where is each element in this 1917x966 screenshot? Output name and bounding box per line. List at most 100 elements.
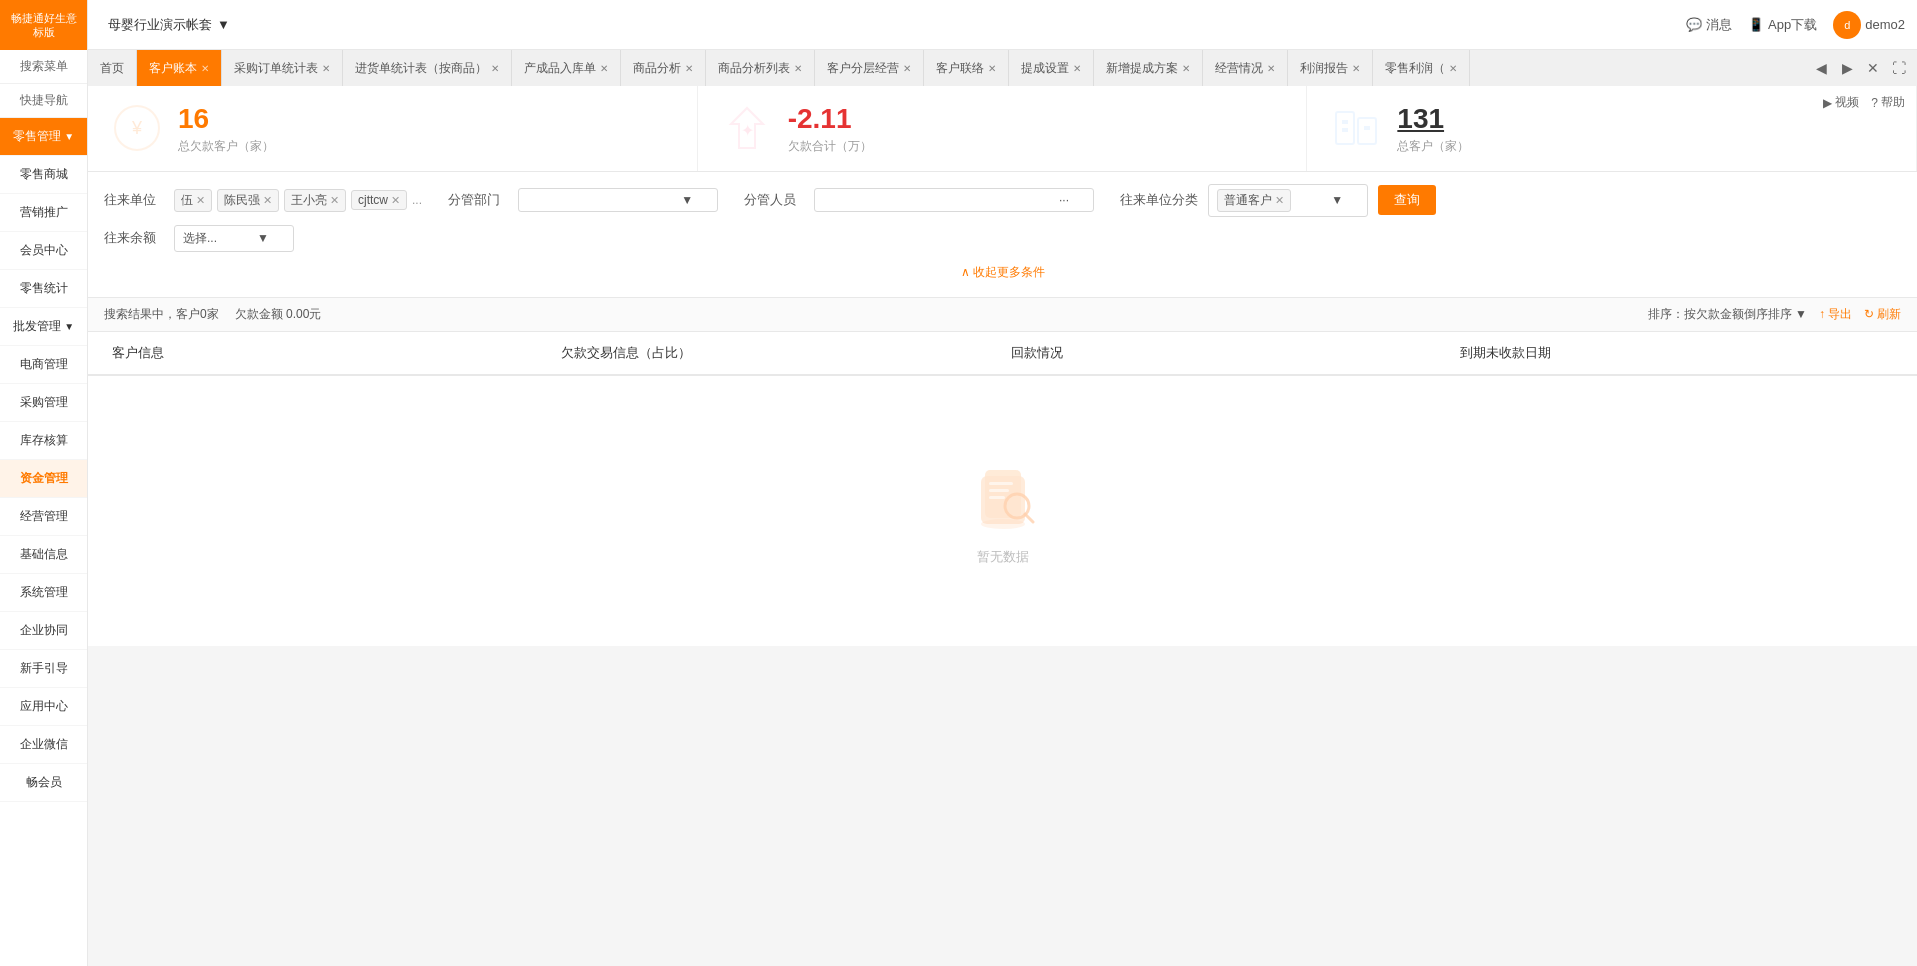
sidebar-item-retail-mgmt[interactable]: 零售管理 ▼ bbox=[0, 118, 87, 156]
tab-close-goods-analysis[interactable]: ✕ bbox=[685, 63, 693, 74]
sidebar-item-marketing[interactable]: 营销推广 bbox=[0, 194, 87, 232]
tab-business-status-label: 经营情况 bbox=[1215, 60, 1263, 77]
sidebar-item-purchase-mgmt[interactable]: 采购管理 bbox=[0, 384, 87, 422]
tab-profit-report-label: 利润报告 bbox=[1300, 60, 1348, 77]
tab-purchase-order[interactable]: 采购订单统计表 ✕ bbox=[222, 50, 343, 86]
tag-close-wu[interactable]: ✕ bbox=[196, 194, 205, 207]
stat-total-customers: ¥ 16 总欠款客户（家） bbox=[88, 86, 698, 171]
tab-close-profit-report[interactable]: ✕ bbox=[1352, 63, 1360, 74]
tab-promotion-settings[interactable]: 提成设置 ✕ bbox=[1009, 50, 1094, 86]
tab-close-retail-profit[interactable]: ✕ bbox=[1449, 63, 1457, 74]
export-btn[interactable]: ↑ 导出 bbox=[1819, 306, 1852, 323]
tab-close-customer-contact[interactable]: ✕ bbox=[988, 63, 996, 74]
sidebar-item-retail-mall[interactable]: 零售商城 bbox=[0, 156, 87, 194]
workspace-selector[interactable]: 母婴行业演示帐套 ▼ bbox=[100, 12, 238, 38]
stat-customers-icon: ¥ bbox=[112, 103, 162, 153]
balance-filter-label: 往来余额 bbox=[104, 229, 164, 247]
collapse-icon: ∧ bbox=[961, 265, 970, 279]
tag-more[interactable]: ... bbox=[412, 193, 422, 207]
tab-home-label: 首页 bbox=[100, 60, 124, 77]
tab-close-promotion-settings[interactable]: ✕ bbox=[1073, 63, 1081, 74]
tab-close-purchase-order[interactable]: ✕ bbox=[322, 63, 330, 74]
sidebar-item-capital-mgmt[interactable]: 资金管理 bbox=[0, 460, 87, 498]
sort-select[interactable]: 排序：按欠款金额倒序排序 ▼ bbox=[1648, 306, 1807, 323]
tab-close-customer-layered[interactable]: ✕ bbox=[903, 63, 911, 74]
balance-dropdown-icon: ▼ bbox=[257, 231, 269, 245]
tab-expand-btn[interactable]: ⛶ bbox=[1889, 58, 1909, 78]
sidebar-item-app-center[interactable]: 应用中心 bbox=[0, 688, 87, 726]
page-content: ¥ 16 总欠款客户（家） ✦ -2.11 欠款合计（ bbox=[88, 86, 1917, 966]
sidebar-item-basic-info[interactable]: 基础信息 bbox=[0, 536, 87, 574]
unit-type-tag-close[interactable]: ✕ bbox=[1275, 194, 1284, 207]
sidebar-quicknav[interactable]: 快捷导航 bbox=[0, 84, 87, 118]
tab-customer-balance[interactable]: 客户账本 ✕ bbox=[137, 50, 222, 86]
tab-close-business-status[interactable]: ✕ bbox=[1267, 63, 1275, 74]
tab-goods-stats[interactable]: 进货单统计表（按商品） ✕ bbox=[343, 50, 512, 86]
sidebar-item-new-guide[interactable]: 新手引导 bbox=[0, 650, 87, 688]
svg-rect-4 bbox=[1358, 118, 1376, 144]
message-action[interactable]: 💬 消息 bbox=[1686, 16, 1732, 34]
dept-select-dropdown-icon: ▼ bbox=[681, 193, 693, 207]
tag-close-chen[interactable]: ✕ bbox=[263, 194, 272, 207]
sidebar-item-ecommerce-mgmt[interactable]: 电商管理 bbox=[0, 346, 87, 384]
sidebar-item-business-mgmt[interactable]: 经营管理 bbox=[0, 498, 87, 536]
sidebar-item-enterprise-wechat[interactable]: 企业微信 bbox=[0, 726, 87, 764]
filter-tag-wu: 伍 ✕ bbox=[174, 189, 212, 212]
tab-close-goods-stats[interactable]: ✕ bbox=[491, 63, 499, 74]
tag-close-cjttcw[interactable]: ✕ bbox=[391, 194, 400, 207]
dept-filter-select[interactable]: ▼ bbox=[518, 188, 718, 212]
tab-close-new-promotion[interactable]: ✕ bbox=[1182, 63, 1190, 74]
debt-amount-text: 欠款金额 0.00元 bbox=[235, 306, 322, 323]
export-label: 导出 bbox=[1828, 306, 1852, 323]
help-action[interactable]: ? 帮助 bbox=[1871, 94, 1905, 111]
tab-new-promotion[interactable]: 新增提成方案 ✕ bbox=[1094, 50, 1203, 86]
tab-goods-stats-label: 进货单统计表（按商品） bbox=[355, 60, 487, 77]
tab-goods-analysis-list[interactable]: 商品分析列表 ✕ bbox=[706, 50, 815, 86]
tag-close-wang[interactable]: ✕ bbox=[330, 194, 339, 207]
tab-customer-contact[interactable]: 客户联络 ✕ bbox=[924, 50, 1009, 86]
tab-profit-report[interactable]: 利润报告 ✕ bbox=[1288, 50, 1373, 86]
sidebar-item-member[interactable]: 畅会员 bbox=[0, 764, 87, 802]
empty-state: 暂无数据 bbox=[88, 376, 1917, 646]
tab-goods-analysis[interactable]: 商品分析 ✕ bbox=[621, 50, 706, 86]
collapse-btn[interactable]: ∧ 收起更多条件 bbox=[961, 260, 1045, 285]
tab-product-inbound[interactable]: 产成品入库单 ✕ bbox=[512, 50, 621, 86]
person-filter-select[interactable]: ··· bbox=[814, 188, 1094, 212]
tab-close-all-btn[interactable]: ✕ bbox=[1863, 58, 1883, 78]
tab-home[interactable]: 首页 bbox=[88, 50, 137, 86]
app-download-label: App下载 bbox=[1768, 16, 1817, 34]
sidebar-search[interactable]: 搜索菜单 bbox=[0, 50, 87, 84]
svg-rect-5 bbox=[1342, 120, 1348, 124]
sidebar-item-member-center[interactable]: 会员中心 bbox=[0, 232, 87, 270]
tab-close-product-inbound[interactable]: ✕ bbox=[600, 63, 608, 74]
tab-customer-contact-label: 客户联络 bbox=[936, 60, 984, 77]
avatar: d bbox=[1833, 11, 1861, 39]
sidebar-item-inventory-check[interactable]: 库存核算 bbox=[0, 422, 87, 460]
tab-prev-btn[interactable]: ◀ bbox=[1811, 58, 1831, 78]
total-clients-value[interactable]: 131 bbox=[1397, 102, 1469, 136]
tab-goods-analysis-label: 商品分析 bbox=[633, 60, 681, 77]
tab-close-goods-analysis-list[interactable]: ✕ bbox=[794, 63, 802, 74]
svg-line-15 bbox=[1025, 514, 1033, 522]
tab-business-status[interactable]: 经营情况 ✕ bbox=[1203, 50, 1288, 86]
tab-customer-layered[interactable]: 客户分层经营 ✕ bbox=[815, 50, 924, 86]
filter-row-1: 往来单位 伍 ✕ 陈民强 ✕ 王小亮 ✕ cjttcw bbox=[104, 184, 1901, 217]
sidebar-item-enterprise-collab[interactable]: 企业协同 bbox=[0, 612, 87, 650]
unit-type-filter-select[interactable]: 普通客户 ✕ ▼ bbox=[1208, 184, 1368, 217]
user-menu[interactable]: d demo2 bbox=[1833, 11, 1905, 39]
video-action[interactable]: ▶ 视频 bbox=[1823, 94, 1859, 111]
query-button[interactable]: 查询 bbox=[1378, 185, 1436, 215]
sidebar-item-wholesale-mgmt[interactable]: 批发管理 ▼ bbox=[0, 308, 87, 346]
tab-next-btn[interactable]: ▶ bbox=[1837, 58, 1857, 78]
export-icon: ↑ bbox=[1819, 307, 1825, 321]
tab-close-customer-balance[interactable]: ✕ bbox=[201, 63, 209, 74]
refresh-label: 刷新 bbox=[1877, 306, 1901, 323]
balance-filter-select[interactable]: 选择... ▼ bbox=[174, 225, 294, 252]
app-download-action[interactable]: 📱 App下载 bbox=[1748, 16, 1817, 34]
sidebar-item-retail-stats[interactable]: 零售统计 bbox=[0, 270, 87, 308]
svg-text:✦: ✦ bbox=[740, 122, 753, 139]
refresh-btn[interactable]: ↻ 刷新 bbox=[1864, 306, 1901, 323]
sidebar-item-system-mgmt[interactable]: 系统管理 bbox=[0, 574, 87, 612]
tab-retail-profit[interactable]: 零售利润（ ✕ bbox=[1373, 50, 1470, 86]
debt-total-label: 欠款合计（万） bbox=[788, 138, 872, 155]
